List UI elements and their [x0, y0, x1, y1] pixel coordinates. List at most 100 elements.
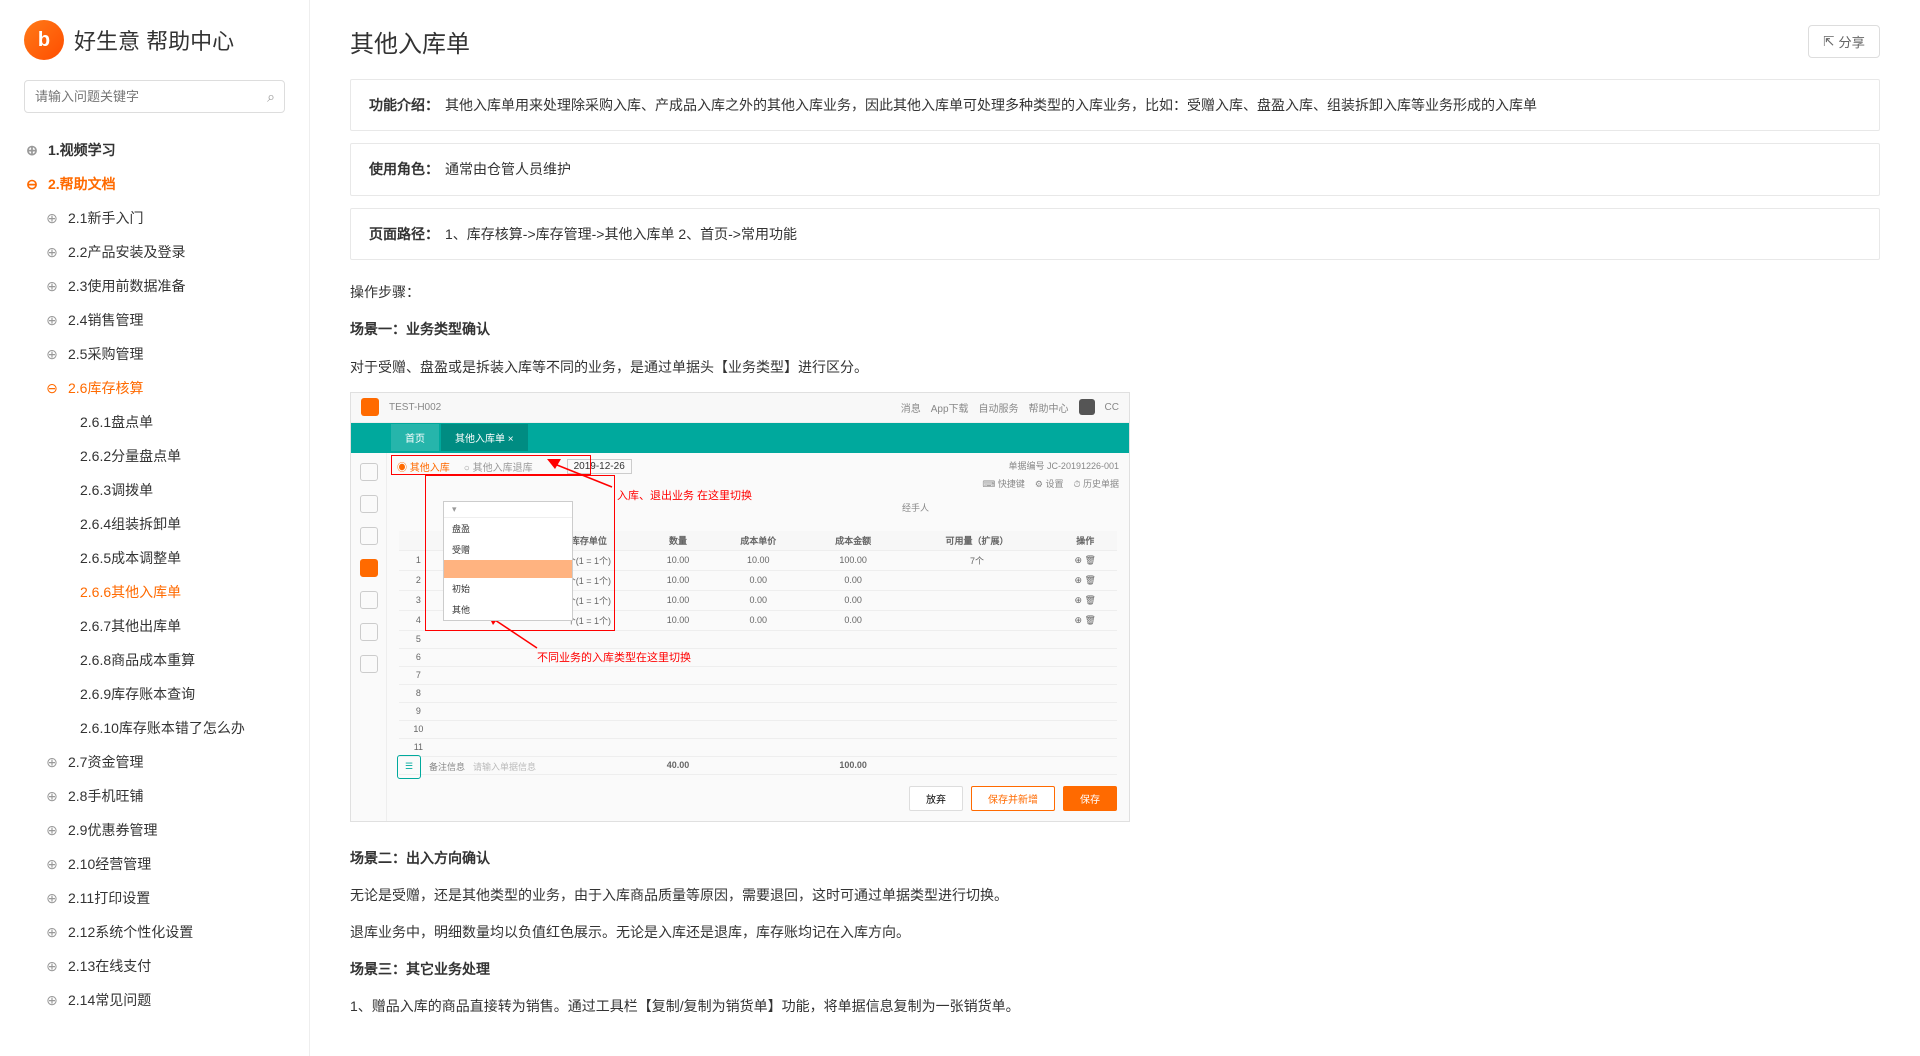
minus-icon: ⊖ — [44, 380, 60, 396]
ss-logo-icon — [361, 398, 379, 416]
ss-leftbar — [351, 453, 387, 821]
logo-text: 好生意 帮助中心 — [74, 24, 234, 56]
nav-item-2-14[interactable]: ⊕2.14常见问题 — [24, 983, 285, 1017]
sidebar: b 好生意 帮助中心 ⌕ ⊕1.视频学习 ⊖2.帮助文档 ⊕2.1新手入门 ⊕2… — [0, 0, 310, 1056]
plus-icon: ⊕ — [44, 890, 60, 906]
path-box: 页面路径： 1、库存核算->库存管理->其他入库单 2、首页->常用功能 — [350, 208, 1880, 260]
nav-item-2-8[interactable]: ⊕2.8手机旺铺 — [24, 779, 285, 813]
nav-item-2-5[interactable]: ⊕2.5采购管理 — [24, 337, 285, 371]
nav-item-2-6-7[interactable]: 2.6.7其他出库单 — [24, 609, 285, 643]
nav-item-2-6-1[interactable]: 2.6.1盘点单 — [24, 405, 285, 439]
ss-tab-doc: 其他入库单 × — [441, 424, 528, 451]
share-button[interactable]: ⇱ 分享 — [1808, 25, 1880, 58]
scene2-text1: 无论是受赠，还是其他类型的业务，由于入库商品质量等原因，需要退回，这时可通过单据… — [350, 883, 1880, 908]
plus-icon: ⊕ — [44, 856, 60, 872]
plus-icon: ⊕ — [44, 210, 60, 226]
plus-icon: ⊕ — [44, 244, 60, 260]
path-text: 1、库存核算->库存管理->其他入库单 2、首页->常用功能 — [445, 226, 797, 242]
content-section: 操作步骤： 场景一：业务类型确认 对于受赠、盘盈或是拆装入库等不同的业务，是通过… — [350, 280, 1880, 1020]
role-label: 使用角色： — [369, 161, 439, 177]
logo-icon: b — [24, 20, 64, 60]
intro-text: 其他入库单用来处理除采购入库、产成品入库之外的其他入库业务，因此其他入库单可处理… — [445, 97, 1537, 113]
nav-item-2-6-8[interactable]: 2.6.8商品成本重算 — [24, 643, 285, 677]
nav-item-2-3[interactable]: ⊕2.3使用前数据准备 — [24, 269, 285, 303]
ss-dropdown: ▾ 盘盈 受赠 初始 其他 — [443, 501, 573, 621]
nav-item-docs[interactable]: ⊖2.帮助文档 — [24, 167, 285, 201]
plus-icon: ⊕ — [44, 992, 60, 1008]
ss-docno: 单据编号 JC-20191226-001 — [1008, 459, 1119, 472]
nav-item-2-6-10[interactable]: 2.6.10库存账本错了怎么办 — [24, 711, 285, 745]
ss-cancel-button: 放弃 — [909, 786, 963, 811]
ss-tab-home: 首页 — [391, 424, 439, 451]
nav-item-2-6-3[interactable]: 2.6.3调拨单 — [24, 473, 285, 507]
path-label: 页面路径： — [369, 226, 439, 242]
nav-item-2-12[interactable]: ⊕2.12系统个性化设置 — [24, 915, 285, 949]
share-icon: ⇱ — [1823, 34, 1834, 50]
ss-save-button: 保存 — [1063, 786, 1117, 811]
search-input[interactable] — [24, 80, 285, 113]
plus-icon: ⊕ — [44, 754, 60, 770]
nav-item-2-7[interactable]: ⊕2.7资金管理 — [24, 745, 285, 779]
ss-redtext-1: 入库、退出业务 在这里切换 — [617, 487, 752, 503]
steps-label: 操作步骤： — [350, 280, 1880, 305]
nav-item-2-6-9[interactable]: 2.6.9库存账本查询 — [24, 677, 285, 711]
minus-icon: ⊖ — [24, 176, 40, 192]
search-box: ⌕ — [24, 80, 285, 113]
scene2-title: 场景二：出入方向确认 — [350, 846, 1880, 871]
arrow-icon — [547, 457, 617, 493]
ss-quickkey: 快捷键 — [998, 479, 1025, 489]
intro-box: 功能介绍： 其他入库单用来处理除采购入库、产成品入库之外的其他入库业务，因此其他入… — [350, 79, 1880, 131]
scene3-text: 1、赠品入库的商品直接转为销售。通过工具栏【复制/复制为销货单】功能，将单据信息… — [350, 994, 1880, 1019]
scene3-title: 场景三：其它业务处理 — [350, 957, 1880, 982]
ss-dd-opt: 初始 — [444, 578, 572, 599]
nav-item-2-6-5[interactable]: 2.6.5成本调整单 — [24, 541, 285, 575]
ss-top-user: CC — [1105, 402, 1119, 413]
avatar-icon — [1079, 399, 1095, 415]
ss-dd-opt: 其他 — [444, 599, 572, 620]
plus-icon: ⊕ — [44, 278, 60, 294]
share-label: 分享 — [1838, 32, 1865, 51]
nav-item-2-2[interactable]: ⊕2.2产品安装及登录 — [24, 235, 285, 269]
ss-env: TEST-H002 — [389, 402, 441, 413]
role-box: 使用角色： 通常由仓管人员维护 — [350, 143, 1880, 195]
nav-item-2-13[interactable]: ⊕2.13在线支付 — [24, 949, 285, 983]
nav-item-2-6-6[interactable]: 2.6.6其他入库单 — [24, 575, 285, 609]
plus-icon: ⊕ — [44, 822, 60, 838]
ss-redtext-2: 不同业务的入库类型在这里切换 — [537, 649, 691, 665]
plus-icon: ⊕ — [44, 788, 60, 804]
nav-item-2-6-4[interactable]: 2.6.4组装拆卸单 — [24, 507, 285, 541]
logo-row: b 好生意 帮助中心 — [24, 20, 285, 60]
main: 其他入库单 ⇱ 分享 功能介绍： 其他入库单用来处理除采购入库、产成品入库之外的其… — [310, 0, 1920, 1056]
memo-icon: ☰ — [397, 755, 421, 779]
ss-memo-label: 备注信息 — [429, 760, 465, 773]
ss-top-app: App下载 — [931, 400, 969, 415]
nav-item-2-1[interactable]: ⊕2.1新手入门 — [24, 201, 285, 235]
plus-icon: ⊕ — [44, 924, 60, 940]
intro-label: 功能介绍： — [369, 97, 439, 113]
scene2-text2: 退库业务中，明细数量均以负值红色展示。无论是入库还是退库，库存账均记在入库方向。 — [350, 920, 1880, 945]
nav-item-2-6[interactable]: ⊖2.6库存核算 — [24, 371, 285, 405]
nav-item-2-4[interactable]: ⊕2.4销售管理 — [24, 303, 285, 337]
embedded-screenshot: TEST-H002 消息 App下载 自动服务 帮助中心 CC 首页 其他入库单… — [350, 392, 1130, 822]
ss-history: 历史单据 — [1083, 479, 1119, 489]
ss-top-svc: 自动服务 — [979, 400, 1019, 415]
nav-item-video[interactable]: ⊕1.视频学习 — [24, 133, 285, 167]
ss-dd-opt-selected — [444, 560, 572, 578]
ss-top-help: 帮助中心 — [1029, 400, 1069, 415]
ss-savenew-button: 保存并新增 — [971, 786, 1055, 811]
plus-icon: ⊕ — [44, 312, 60, 328]
plus-icon: ⊕ — [44, 346, 60, 362]
ss-dd-opt: 受赠 — [444, 539, 572, 560]
search-icon[interactable]: ⌕ — [267, 88, 275, 105]
nav-item-2-6-2[interactable]: 2.6.2分量盘点单 — [24, 439, 285, 473]
plus-icon: ⊕ — [44, 958, 60, 974]
role-text: 通常由仓管人员维护 — [445, 161, 571, 177]
nav-item-2-10[interactable]: ⊕2.10经营管理 — [24, 847, 285, 881]
ss-dd-opt: 盘盈 — [444, 518, 572, 539]
nav-item-2-11[interactable]: ⊕2.11打印设置 — [24, 881, 285, 915]
nav-item-2-9[interactable]: ⊕2.9优惠券管理 — [24, 813, 285, 847]
ss-memo-placeholder: 请输入单据信息 — [473, 760, 536, 773]
page-title: 其他入库单 — [350, 24, 470, 59]
scene1-title: 场景一：业务类型确认 — [350, 317, 1880, 342]
ss-top-msg: 消息 — [901, 400, 921, 415]
